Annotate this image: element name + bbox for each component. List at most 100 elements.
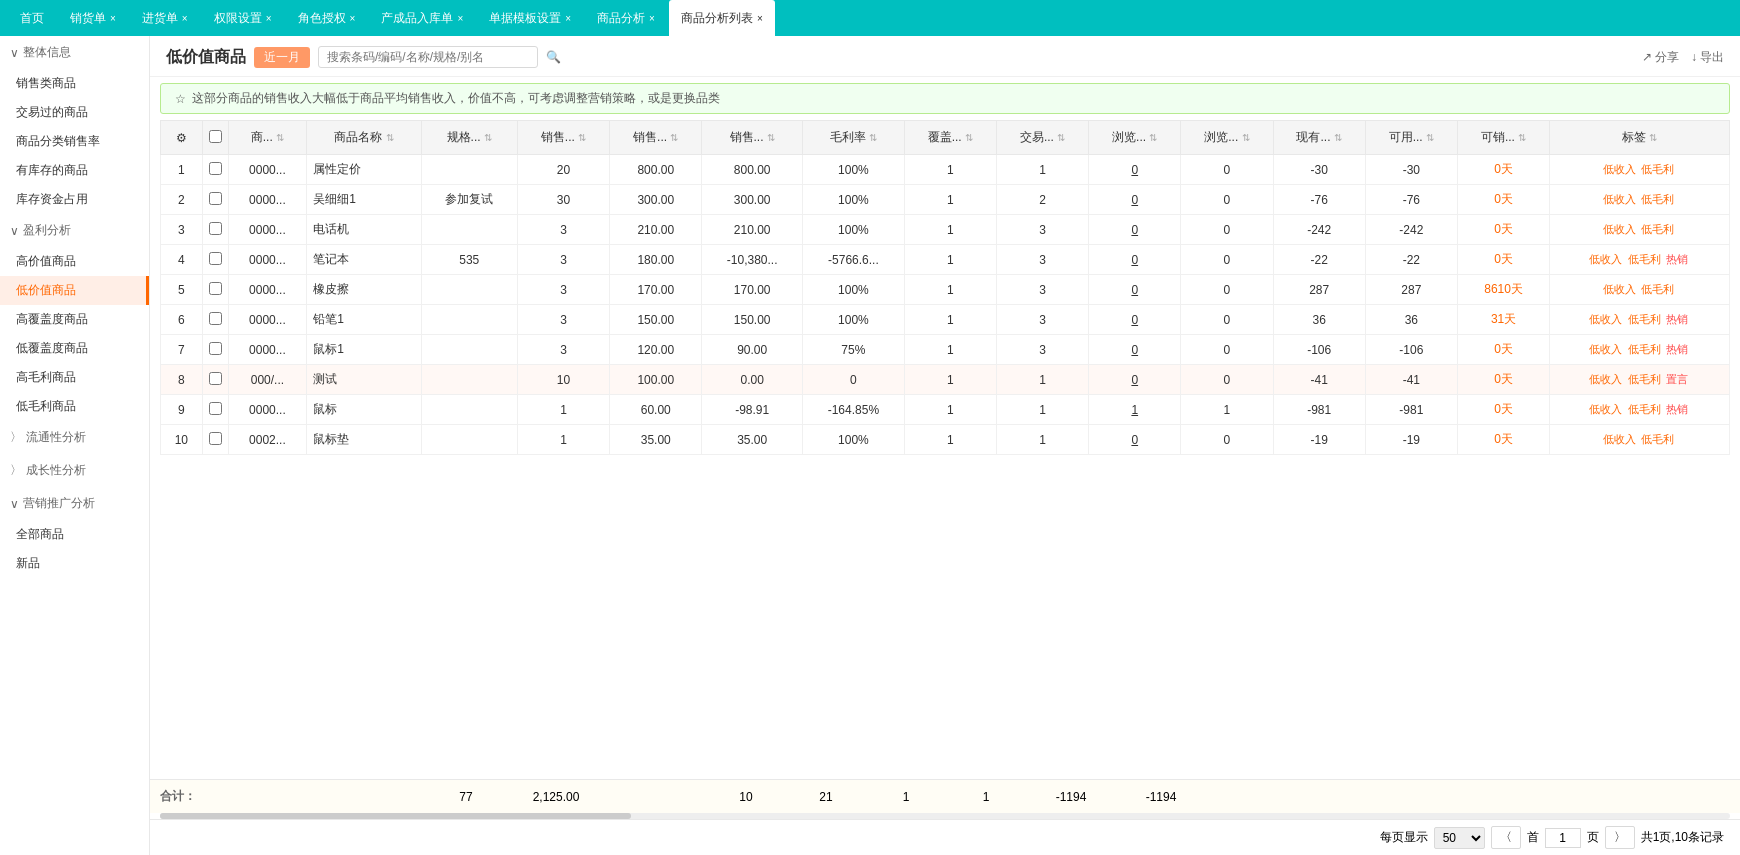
nav-role-auth[interactable]: 角色授权 × <box>286 0 368 36</box>
col-gross-rate[interactable]: 毛利率 ⇅ <box>803 121 905 155</box>
close-icon[interactable]: × <box>182 13 188 24</box>
close-icon[interactable]: × <box>110 13 116 24</box>
col-view2[interactable]: 浏览... ⇅ <box>1181 121 1273 155</box>
col-sale-amount[interactable]: 销售... ⇅ <box>702 121 803 155</box>
cell-view1[interactable]: 0 <box>1089 185 1181 215</box>
nav-home[interactable]: 首页 <box>8 0 56 36</box>
cell-checkbox[interactable] <box>202 335 228 365</box>
cell-view1[interactable]: 0 <box>1089 275 1181 305</box>
cell-checkbox[interactable] <box>202 425 228 455</box>
cell-view1[interactable]: 0 <box>1089 215 1181 245</box>
row-checkbox[interactable] <box>209 432 222 445</box>
col-spec[interactable]: 规格... ⇅ <box>421 121 517 155</box>
col-code[interactable]: 商... ⇅ <box>228 121 307 155</box>
search-icon[interactable]: 🔍 <box>546 50 561 64</box>
col-current-stock[interactable]: 现有... ⇅ <box>1273 121 1365 155</box>
col-settings[interactable]: ⚙ <box>161 121 203 155</box>
row-checkbox[interactable] <box>209 342 222 355</box>
cell-checkbox[interactable] <box>202 215 228 245</box>
view1-link[interactable]: 0 <box>1131 223 1138 237</box>
cell-checkbox[interactable] <box>202 245 228 275</box>
sidebar-item-low-value[interactable]: 低价值商品 <box>0 276 149 305</box>
sidebar-item-low-coverage[interactable]: 低覆盖度商品 <box>0 334 149 363</box>
cell-view1[interactable]: 0 <box>1089 155 1181 185</box>
cell-view1[interactable]: 0 <box>1089 305 1181 335</box>
row-checkbox[interactable] <box>209 192 222 205</box>
close-icon[interactable]: × <box>350 13 356 24</box>
col-coverage[interactable]: 覆盖... ⇅ <box>904 121 996 155</box>
sidebar-item-high-coverage[interactable]: 高覆盖度商品 <box>0 305 149 334</box>
sidebar-group-growth[interactable]: 〉 成长性分析 <box>0 454 149 487</box>
sidebar-item-low-margin[interactable]: 低毛利商品 <box>0 392 149 421</box>
row-checkbox[interactable] <box>209 162 222 175</box>
sidebar-item-new-goods[interactable]: 新品 <box>0 549 149 578</box>
view1-link[interactable]: 0 <box>1131 163 1138 177</box>
cell-view1[interactable]: 0 <box>1089 365 1181 395</box>
view1-link[interactable]: 0 <box>1131 343 1138 357</box>
cell-view1[interactable]: 0 <box>1089 245 1181 275</box>
sidebar-group-marketing[interactable]: ∨ 营销推广分析 <box>0 487 149 520</box>
sidebar-item-sales-goods[interactable]: 销售类商品 <box>0 69 149 98</box>
close-icon[interactable]: × <box>266 13 272 24</box>
row-checkbox[interactable] <box>209 282 222 295</box>
view1-link[interactable]: 0 <box>1131 253 1138 267</box>
search-input[interactable] <box>318 46 538 68</box>
col-sale-price[interactable]: 销售... ⇅ <box>610 121 702 155</box>
close-icon[interactable]: × <box>565 13 571 24</box>
share-btn[interactable]: ↗ 分享 <box>1642 49 1679 66</box>
cell-view1[interactable]: 0 <box>1089 335 1181 365</box>
close-icon[interactable]: × <box>649 13 655 24</box>
cell-view1[interactable]: 0 <box>1089 425 1181 455</box>
sidebar-group-circulation[interactable]: 〉 流通性分析 <box>0 421 149 454</box>
nav-sales-order[interactable]: 销货单 × <box>58 0 128 36</box>
view1-link[interactable]: 0 <box>1131 373 1138 387</box>
cell-checkbox[interactable] <box>202 305 228 335</box>
sidebar-item-all-goods[interactable]: 全部商品 <box>0 520 149 549</box>
view1-link[interactable]: 0 <box>1131 433 1138 447</box>
nav-goods-analysis-list[interactable]: 商品分析列表 × <box>669 0 775 36</box>
nav-template[interactable]: 单据模板设置 × <box>477 0 583 36</box>
next-page-btn[interactable]: 〉 <box>1605 826 1635 849</box>
col-tags[interactable]: 标签 ⇅ <box>1550 121 1730 155</box>
nav-purchase-order[interactable]: 进货单 × <box>130 0 200 36</box>
view1-link[interactable]: 0 <box>1131 193 1138 207</box>
cell-checkbox[interactable] <box>202 365 228 395</box>
sidebar-item-stock-goods[interactable]: 有库存的商品 <box>0 156 149 185</box>
col-sale-qty[interactable]: 销售... ⇅ <box>517 121 609 155</box>
page-size-select[interactable]: 50 100 200 <box>1434 827 1485 849</box>
cell-checkbox[interactable] <box>202 275 228 305</box>
close-icon[interactable]: × <box>757 13 763 24</box>
sidebar-item-high-value[interactable]: 高价值商品 <box>0 247 149 276</box>
view1-link[interactable]: 0 <box>1131 313 1138 327</box>
nav-permission[interactable]: 权限设置 × <box>202 0 284 36</box>
sidebar-group-overall[interactable]: ∨ 整体信息 <box>0 36 149 69</box>
col-name[interactable]: 商品名称 ⇅ <box>307 121 421 155</box>
cell-checkbox[interactable] <box>202 185 228 215</box>
cell-checkbox[interactable] <box>202 155 228 185</box>
sidebar-item-category-rate[interactable]: 商品分类销售率 <box>0 127 149 156</box>
page-number-input[interactable] <box>1545 828 1581 848</box>
export-btn[interactable]: ↓ 导出 <box>1691 49 1724 66</box>
select-all-checkbox[interactable] <box>209 130 222 143</box>
sidebar-group-profit[interactable]: ∨ 盈利分析 <box>0 214 149 247</box>
row-checkbox[interactable] <box>209 252 222 265</box>
sidebar-item-stock-fund[interactable]: 库存资金占用 <box>0 185 149 214</box>
row-checkbox[interactable] <box>209 402 222 415</box>
nav-product-in[interactable]: 产成品入库单 × <box>369 0 475 36</box>
row-checkbox[interactable] <box>209 372 222 385</box>
view1-link[interactable]: 0 <box>1131 283 1138 297</box>
nav-goods-analysis[interactable]: 商品分析 × <box>585 0 667 36</box>
close-icon[interactable]: × <box>457 13 463 24</box>
row-checkbox[interactable] <box>209 222 222 235</box>
col-available-stock[interactable]: 可用... ⇅ <box>1365 121 1457 155</box>
row-checkbox[interactable] <box>209 312 222 325</box>
col-trade-count[interactable]: 交易... ⇅ <box>996 121 1088 155</box>
cell-view1[interactable]: 1 <box>1089 395 1181 425</box>
cell-checkbox[interactable] <box>202 395 228 425</box>
filter-recent-month-btn[interactable]: 近一月 <box>254 47 310 68</box>
first-page-btn[interactable]: 〈 <box>1491 826 1521 849</box>
col-sellable[interactable]: 可销... ⇅ <box>1457 121 1549 155</box>
sidebar-item-high-margin[interactable]: 高毛利商品 <box>0 363 149 392</box>
view1-link[interactable]: 1 <box>1131 403 1138 417</box>
sidebar-item-traded-goods[interactable]: 交易过的商品 <box>0 98 149 127</box>
